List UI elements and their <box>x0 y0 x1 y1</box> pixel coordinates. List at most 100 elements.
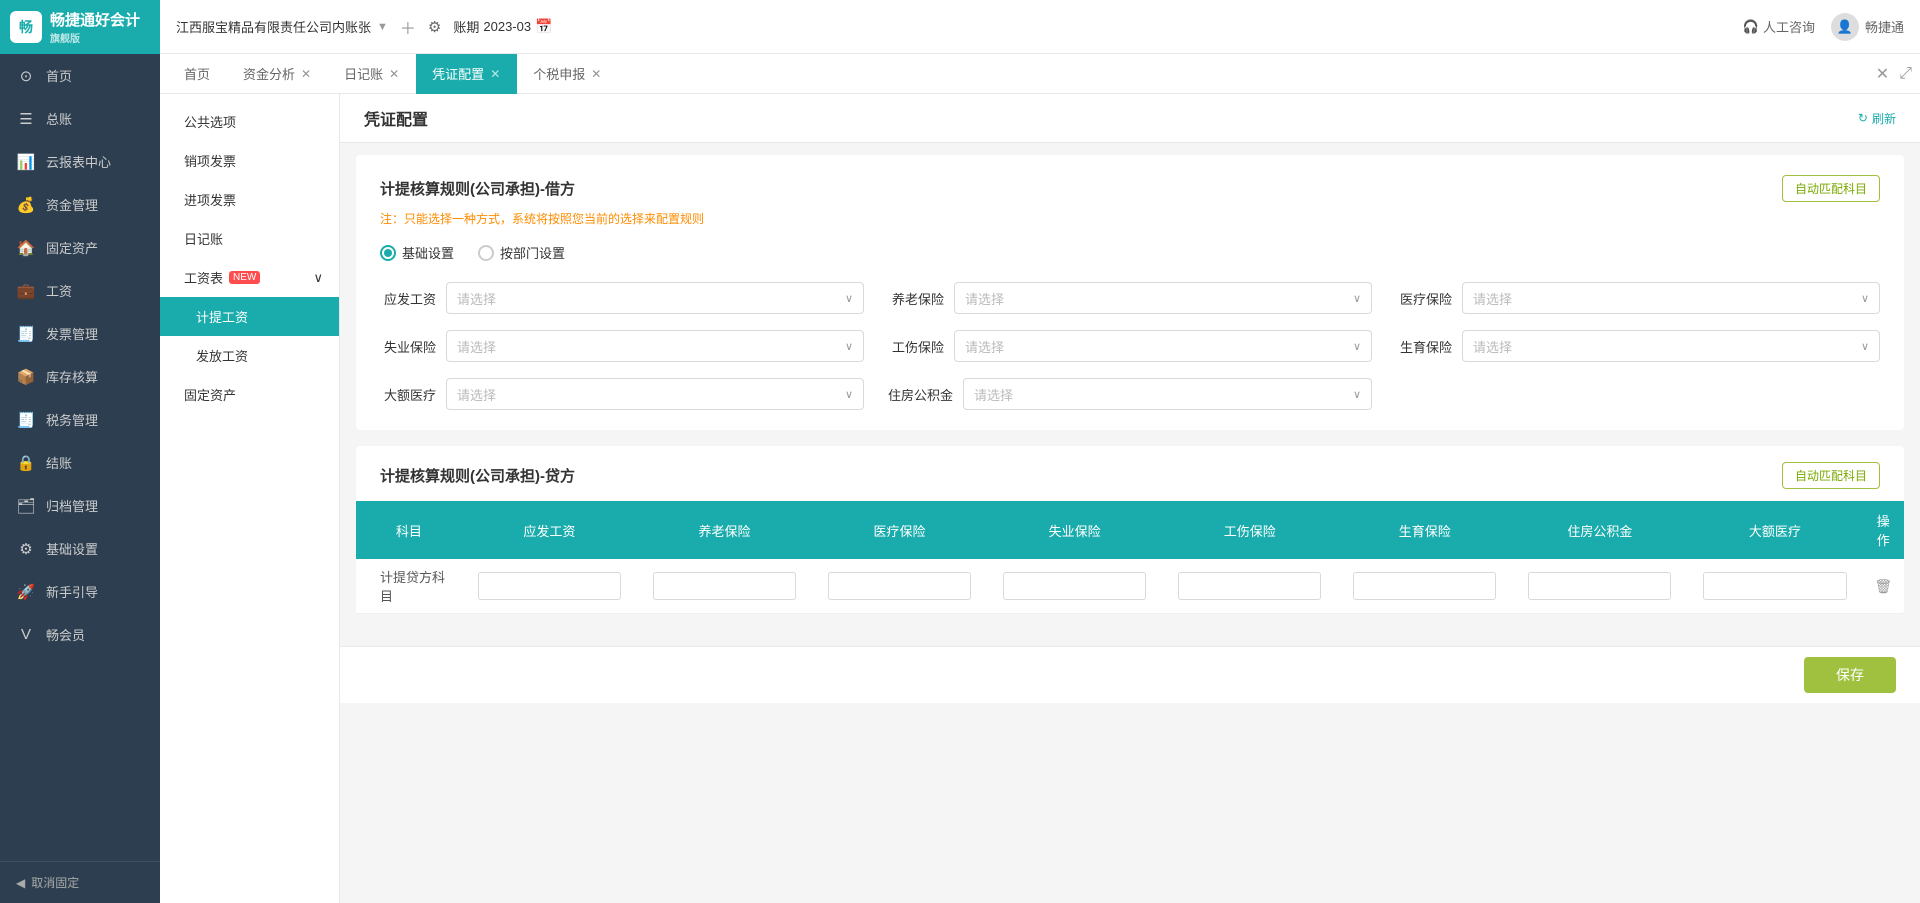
row-daeyiliao-cell[interactable] <box>1687 559 1862 614</box>
logo-icon: 畅 <box>10 11 42 43</box>
row-zhufang-cell[interactable] <box>1512 559 1687 614</box>
form-select-shiye[interactable]: 请选择 ∨ <box>446 330 864 362</box>
chevron-down-icon: ∨ <box>845 388 853 401</box>
form-select-yanglao[interactable]: 请选择 ∨ <box>954 282 1372 314</box>
left-nav-calc-salary-label: 计提工资 <box>196 307 248 326</box>
tab-home[interactable]: 首页 <box>168 54 227 94</box>
home-icon: ⊙ <box>16 67 36 85</box>
auto-match-credit-button[interactable]: 自动匹配科目 <box>1782 462 1880 489</box>
left-nav-journal[interactable]: 日记账 <box>160 219 339 258</box>
row-yanglao-input[interactable] <box>653 572 796 600</box>
new-badge: NEW <box>229 271 260 284</box>
sidebar-item-salary[interactable]: 💼 工资 <box>0 269 160 312</box>
left-nav-purchase-invoice[interactable]: 进项发票 <box>160 180 339 219</box>
add-account-button[interactable]: ＋ <box>400 15 416 39</box>
capital-icon: 💰 <box>16 196 36 214</box>
form-select-daeyiliao[interactable]: 请选择 ∨ <box>446 378 864 410</box>
sidebar-item-inventory-label: 库存核算 <box>46 367 98 386</box>
left-nav-calc-salary[interactable]: 计提工资 <box>160 297 339 336</box>
settings-gear-icon[interactable]: ⚙ <box>428 18 441 36</box>
row-yingfa-input[interactable] <box>478 572 621 600</box>
expand-tab-button[interactable]: ⤢ <box>1899 65 1912 83</box>
tab-tax-report-close[interactable]: ✕ <box>591 67 601 81</box>
sidebar-item-inventory[interactable]: 📦 库存核算 <box>0 355 160 398</box>
radio-basic[interactable]: 基础设置 <box>380 243 454 262</box>
row-zhufang-input[interactable] <box>1528 572 1671 600</box>
form-label-shiye: 失业保险 <box>380 337 436 356</box>
sidebar-item-home-label: 首页 <box>46 66 72 85</box>
row-yingfa-cell[interactable] <box>462 559 637 614</box>
tabs-bar: 首页 资金分析 ✕ 日记账 ✕ 凭证配置 ✕ 个税申报 ✕ ✕ ⤢ <box>160 54 1920 94</box>
sidebar-item-close[interactable]: 🔒 结账 <box>0 441 160 484</box>
close-tab-button[interactable]: ✕ <box>1876 64 1889 84</box>
sidebar-item-reports[interactable]: 📊 云报表中心 <box>0 140 160 183</box>
refresh-label: 刷新 <box>1872 110 1896 127</box>
chevron-down-icon: ∨ <box>1353 292 1361 305</box>
sidebar-item-archive[interactable]: 🗂 归档管理 <box>0 484 160 527</box>
row-shiye-input[interactable] <box>1003 572 1146 600</box>
topbar: 江西服宝精品有限责任公司内账张 ▼ ＋ ⚙ 账期 2023-03 📅 🎧 人工咨… <box>160 0 1920 54</box>
chevron-down-icon: ∨ <box>1861 292 1869 305</box>
tab-capital[interactable]: 资金分析 ✕ <box>227 54 328 94</box>
form-select-shengyu[interactable]: 请选择 ∨ <box>1462 330 1880 362</box>
guide-icon: 🚀 <box>16 583 36 601</box>
form-select-yiliao[interactable]: 请选择 ∨ <box>1462 282 1880 314</box>
tab-tax-report[interactable]: 个税申报 ✕ <box>517 54 618 94</box>
cancel-fixed-label: 取消固定 <box>31 874 79 891</box>
sidebar-item-settings[interactable]: ⚙ 基础设置 <box>0 527 160 570</box>
row-yiliao-cell[interactable] <box>812 559 987 614</box>
left-nav-pay-salary[interactable]: 发放工资 <box>160 336 339 375</box>
row-shiye-cell[interactable] <box>987 559 1162 614</box>
avatar: 👤 <box>1831 13 1859 41</box>
form-select-zhufang[interactable]: 请选择 ∨ <box>963 378 1372 410</box>
refresh-button[interactable]: ↻ 刷新 <box>1858 110 1896 127</box>
sidebar-item-member-label: 畅会员 <box>46 625 85 644</box>
sidebar-item-tax[interactable]: 🧾 税务管理 <box>0 398 160 441</box>
chevron-down-icon: ∨ <box>1861 340 1869 353</box>
company-selector[interactable]: 江西服宝精品有限责任公司内账张 ▼ <box>176 17 388 36</box>
row-yiliao-input[interactable] <box>828 572 971 600</box>
left-nav-public[interactable]: 公共选项 <box>160 102 339 141</box>
form-label-yiliao: 医疗保险 <box>1396 289 1452 308</box>
left-nav-sales-invoice[interactable]: 销项发票 <box>160 141 339 180</box>
row-gongshang-input[interactable] <box>1178 572 1321 600</box>
row-shengyu-cell[interactable] <box>1337 559 1512 614</box>
calendar-icon[interactable]: 📅 <box>535 18 552 35</box>
credit-table: 科目 应发工资 养老保险 医疗保险 失业保险 工伤保险 生育保险 住房公积金 大… <box>356 501 1904 614</box>
form-select-gongshang[interactable]: 请选择 ∨ <box>954 330 1372 362</box>
sidebar-item-capital-label: 资金管理 <box>46 195 98 214</box>
radio-dept[interactable]: 按部门设置 <box>478 243 565 262</box>
tab-journal-close[interactable]: ✕ <box>389 67 399 81</box>
sidebar-item-member[interactable]: V 畅会员 <box>0 613 160 656</box>
left-nav-salary-table-group[interactable]: 工资表 NEW ∨ <box>160 258 339 297</box>
sidebar-item-guide-label: 新手引导 <box>46 582 98 601</box>
sidebar-item-invoice-mgmt[interactable]: 🧾 发票管理 <box>0 312 160 355</box>
sidebar-item-home[interactable]: ⊙ 首页 <box>0 54 160 97</box>
tab-journal[interactable]: 日记账 ✕ <box>328 54 416 94</box>
service-button[interactable]: 🎧 人工咨询 <box>1743 17 1815 36</box>
tab-voucher-config[interactable]: 凭证配置 ✕ <box>416 54 517 94</box>
tab-capital-close[interactable]: ✕ <box>301 67 311 81</box>
sidebar-item-guide[interactable]: 🚀 新手引导 <box>0 570 160 613</box>
fixed-assets-icon: 🏠 <box>16 239 36 257</box>
row-yanglao-cell[interactable] <box>637 559 812 614</box>
debit-section: 计提核算规则(公司承担)-借方 自动匹配科目 注：只能选择一种方式，系统将按照您… <box>356 155 1904 430</box>
col-action: 操作 <box>1862 501 1904 559</box>
sidebar-item-capital[interactable]: 💰 资金管理 <box>0 183 160 226</box>
row-gongshang-cell[interactable] <box>1162 559 1337 614</box>
row-daeyiliao-input[interactable] <box>1703 572 1846 600</box>
tab-voucher-config-close[interactable]: ✕ <box>490 67 500 81</box>
row-shengyu-input[interactable] <box>1353 572 1496 600</box>
col-zhufang: 住房公积金 <box>1512 501 1687 559</box>
left-nav-fixed-assets[interactable]: 固定资产 <box>160 375 339 414</box>
cancel-fixed-button[interactable]: ◀ 取消固定 <box>0 861 160 903</box>
tab-tax-report-label: 个税申报 <box>533 64 585 83</box>
delete-row-button[interactable]: 🗑 <box>1874 578 1892 594</box>
tax-icon: 🧾 <box>16 411 36 429</box>
sidebar-item-fixed-assets[interactable]: 🏠 固定资产 <box>0 226 160 269</box>
save-button[interactable]: 保存 <box>1804 657 1896 693</box>
auto-match-debit-button[interactable]: 自动匹配科目 <box>1782 175 1880 202</box>
form-select-yingfa[interactable]: 请选择 ∨ <box>446 282 864 314</box>
user-menu[interactable]: 👤 畅捷通 <box>1831 13 1904 41</box>
sidebar-item-ledger[interactable]: ☰ 总账 <box>0 97 160 140</box>
